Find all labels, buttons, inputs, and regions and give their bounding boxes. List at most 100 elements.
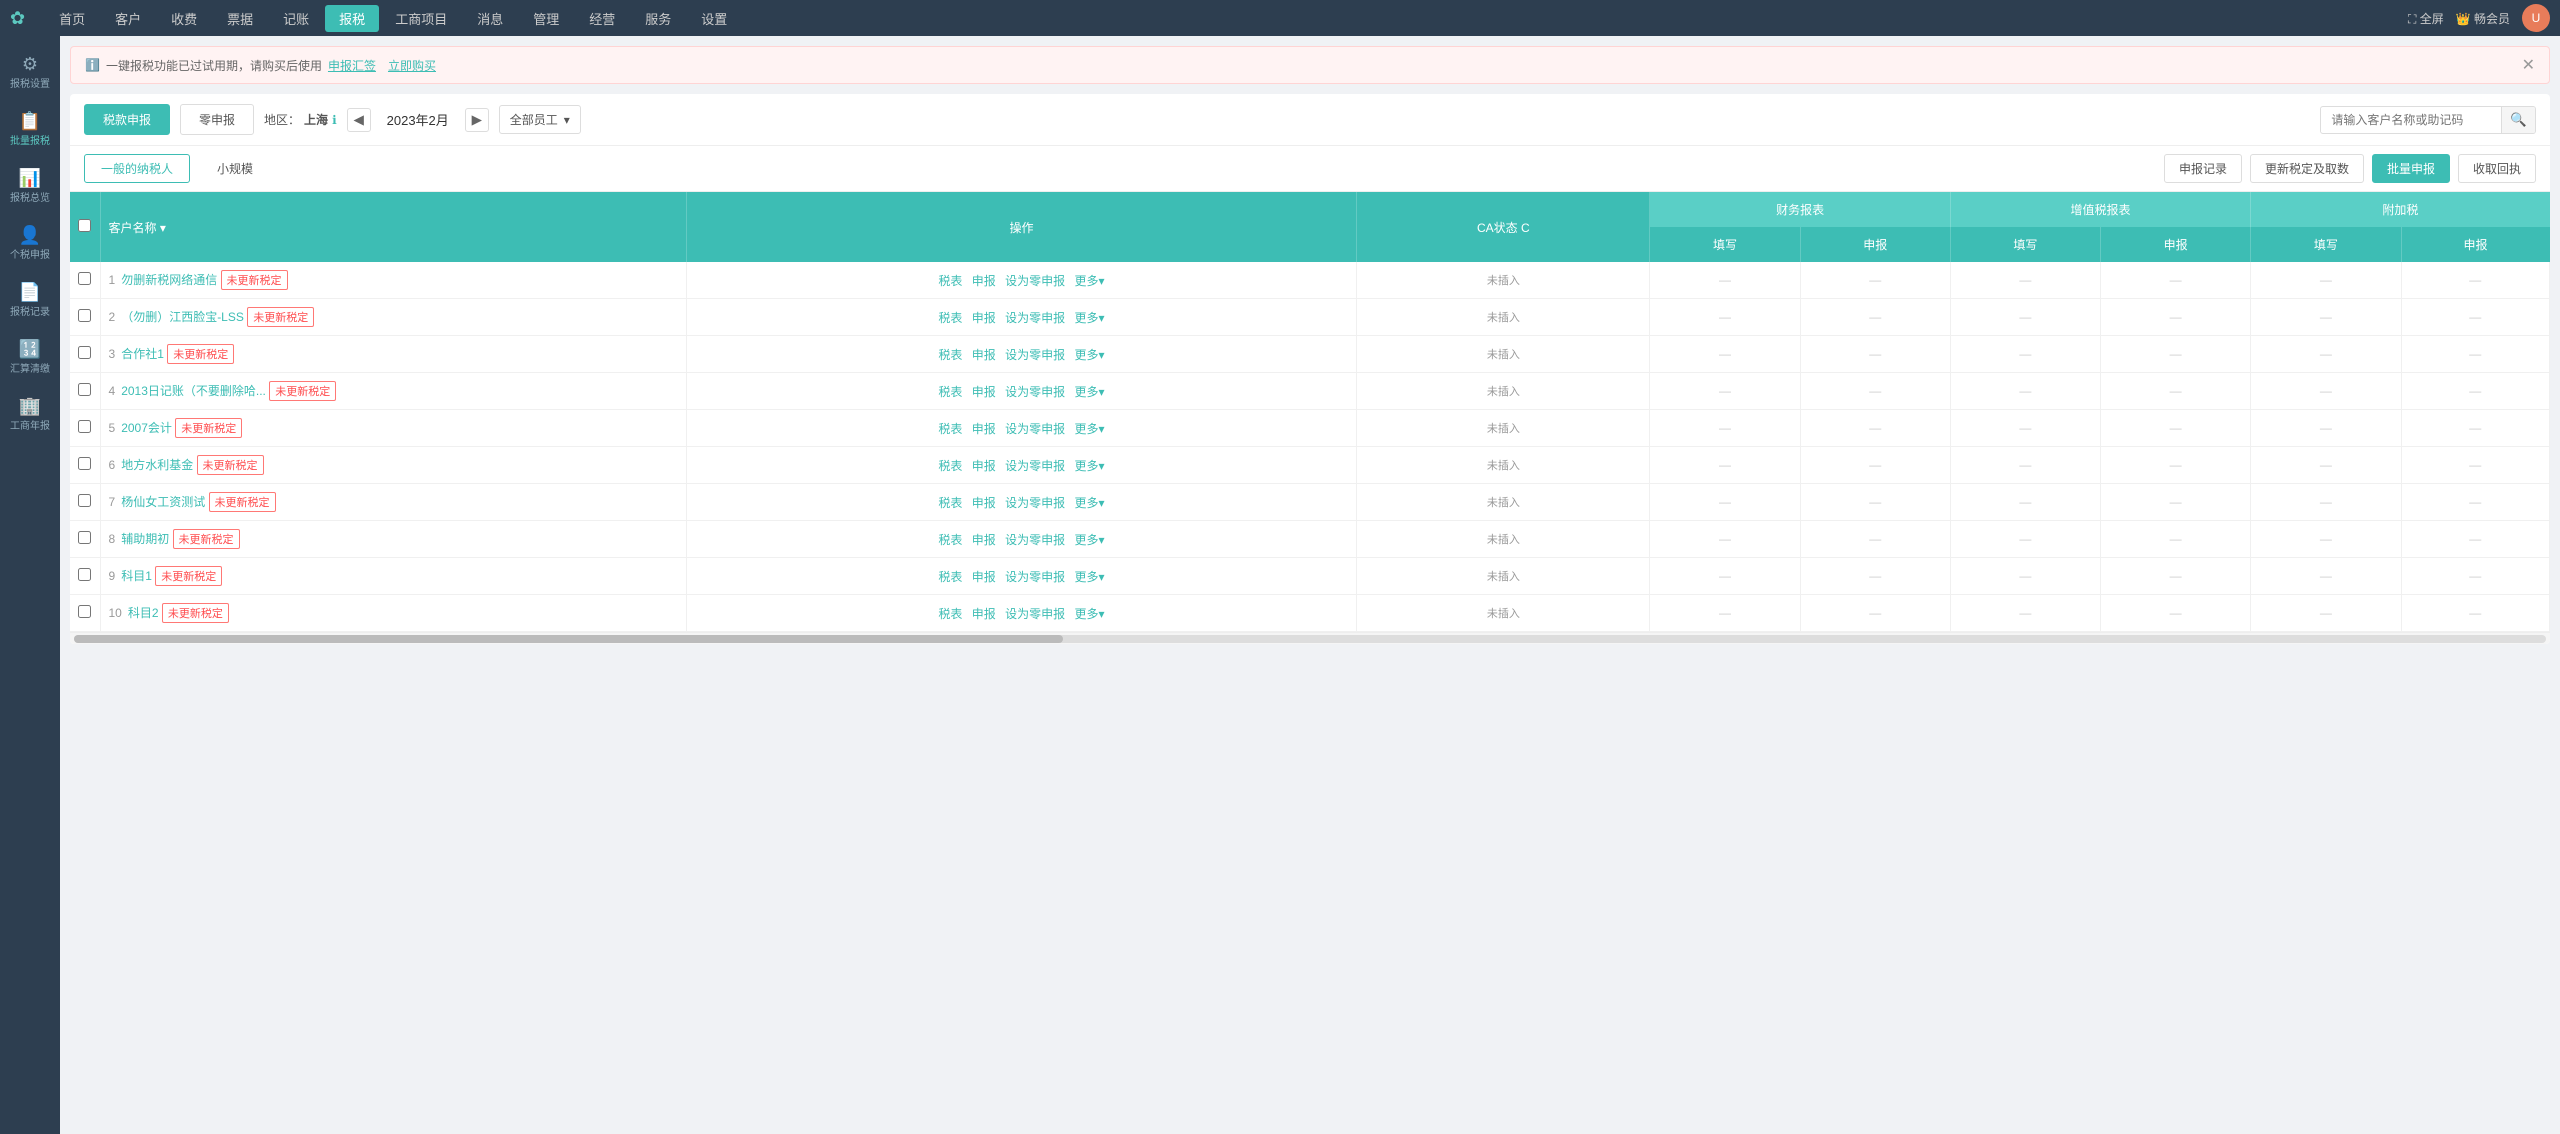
row-checkbox[interactable] — [78, 309, 91, 322]
row-name[interactable]: 科目2 — [128, 606, 159, 620]
op-tax-table[interactable]: 税表 — [938, 385, 962, 399]
tab-tax-declaration[interactable]: 税款申报 — [84, 104, 170, 135]
row-name[interactable]: （勿删）江西脸宝-LSS — [121, 310, 244, 324]
op-declare[interactable]: 申报 — [972, 311, 996, 325]
logo[interactable]: ✿ — [10, 8, 25, 29]
op-tax-table[interactable]: 税表 — [938, 533, 962, 547]
row-name[interactable]: 2013日记账（不要删除哈... — [121, 384, 266, 398]
op-more[interactable]: 更多▾ — [1074, 533, 1104, 547]
row-checkbox[interactable] — [78, 605, 91, 618]
sidebar-item-calc-clear[interactable]: 🔢 汇算清缴 — [0, 329, 60, 386]
op-tax-table[interactable]: 税表 — [938, 274, 962, 288]
op-tax-table[interactable]: 税表 — [938, 348, 962, 362]
op-tax-table[interactable]: 税表 — [938, 607, 962, 621]
op-declare[interactable]: 申报 — [972, 274, 996, 288]
vip-btn[interactable]: 👑 畅会员 — [2456, 10, 2510, 27]
op-more[interactable]: 更多▾ — [1074, 496, 1104, 510]
collect-receipt-btn[interactable]: 收取回执 — [2458, 154, 2536, 183]
op-declare[interactable]: 申报 — [972, 348, 996, 362]
op-more[interactable]: 更多▾ — [1074, 274, 1104, 288]
row-checkbox[interactable] — [78, 346, 91, 359]
row-name[interactable]: 科目1 — [121, 569, 152, 583]
op-declare[interactable]: 申报 — [972, 533, 996, 547]
banner-close-btn[interactable]: ✕ — [2522, 55, 2535, 75]
op-more[interactable]: 更多▾ — [1074, 459, 1104, 473]
nav-service[interactable]: 服务 — [631, 5, 685, 32]
op-set-zero[interactable]: 设为零申报 — [1005, 274, 1065, 288]
op-more[interactable]: 更多▾ — [1074, 607, 1104, 621]
sub-tab-general[interactable]: 一般的纳税人 — [84, 154, 190, 183]
op-set-zero[interactable]: 设为零申报 — [1005, 348, 1065, 362]
tab-zero-declaration[interactable]: 零申报 — [180, 104, 254, 135]
op-set-zero[interactable]: 设为零申报 — [1005, 570, 1065, 584]
op-set-zero[interactable]: 设为零申报 — [1005, 311, 1065, 325]
fullscreen-btn[interactable]: ⛶ 全屏 — [2408, 10, 2444, 27]
next-period-btn[interactable]: ▶ — [465, 108, 489, 132]
row-name[interactable]: 2007会计 — [121, 421, 172, 435]
op-declare[interactable]: 申报 — [972, 607, 996, 621]
op-more[interactable]: 更多▾ — [1074, 570, 1104, 584]
op-more[interactable]: 更多▾ — [1074, 348, 1104, 362]
op-declare[interactable]: 申报 — [972, 385, 996, 399]
row-checkbox[interactable] — [78, 494, 91, 507]
nav-client[interactable]: 客户 — [101, 5, 155, 32]
nav-home[interactable]: 首页 — [45, 5, 99, 32]
op-tax-table[interactable]: 税表 — [938, 459, 962, 473]
op-set-zero[interactable]: 设为零申报 — [1005, 422, 1065, 436]
nav-operation[interactable]: 经营 — [575, 5, 629, 32]
op-more[interactable]: 更多▾ — [1074, 422, 1104, 436]
nav-settings[interactable]: 设置 — [687, 5, 741, 32]
horizontal-scrollbar[interactable] — [70, 632, 2550, 644]
search-button[interactable]: 🔍 — [2501, 107, 2535, 133]
row-checkbox[interactable] — [78, 420, 91, 433]
op-more[interactable]: 更多▾ — [1074, 311, 1104, 325]
nav-biz[interactable]: 工商项目 — [381, 5, 461, 32]
row-name[interactable]: 合作社1 — [121, 347, 164, 361]
nav-bookkeeping[interactable]: 记账 — [269, 5, 323, 32]
buy-now-link[interactable]: 立即购买 — [388, 57, 436, 74]
nav-invoice[interactable]: 票据 — [213, 5, 267, 32]
nav-fee[interactable]: 收费 — [157, 5, 211, 32]
sidebar-item-tax-overview[interactable]: 📊 报税总览 — [0, 158, 60, 215]
op-set-zero[interactable]: 设为零申报 — [1005, 496, 1065, 510]
op-declare[interactable]: 申报 — [972, 459, 996, 473]
report-summary-link[interactable]: 申报汇签 — [328, 57, 376, 74]
update-tax-btn[interactable]: 更新税定及取数 — [2250, 154, 2364, 183]
row-checkbox[interactable] — [78, 383, 91, 396]
op-tax-table[interactable]: 税表 — [938, 422, 962, 436]
sidebar-item-tax-settings[interactable]: ⚙ 报税设置 — [0, 44, 60, 101]
op-more[interactable]: 更多▾ — [1074, 385, 1104, 399]
row-name[interactable]: 勿删新税网络通信 — [121, 273, 217, 287]
op-set-zero[interactable]: 设为零申报 — [1005, 533, 1065, 547]
report-records-btn[interactable]: 申报记录 — [2164, 154, 2242, 183]
sub-tab-small[interactable]: 小规模 — [200, 154, 270, 183]
op-set-zero[interactable]: 设为零申报 — [1005, 459, 1065, 473]
prev-period-btn[interactable]: ◀ — [347, 108, 371, 132]
row-checkbox[interactable] — [78, 457, 91, 470]
op-tax-table[interactable]: 税表 — [938, 570, 962, 584]
nav-message[interactable]: 消息 — [463, 5, 517, 32]
select-all-checkbox[interactable] — [78, 219, 91, 232]
sidebar-item-batch-tax[interactable]: 📋 批量报税 — [0, 101, 60, 158]
op-set-zero[interactable]: 设为零申报 — [1005, 385, 1065, 399]
op-tax-table[interactable]: 税表 — [938, 496, 962, 510]
row-checkbox[interactable] — [78, 531, 91, 544]
op-declare[interactable]: 申报 — [972, 570, 996, 584]
row-name[interactable]: 杨仙女工资测试 — [121, 495, 205, 509]
op-declare[interactable]: 申报 — [972, 496, 996, 510]
row-checkbox[interactable] — [78, 272, 91, 285]
row-checkbox[interactable] — [78, 568, 91, 581]
sidebar-item-biz-annual[interactable]: 🏢 工商年报 — [0, 386, 60, 443]
op-declare[interactable]: 申报 — [972, 422, 996, 436]
sidebar-item-tax-records[interactable]: 📄 报税记录 — [0, 272, 60, 329]
row-name[interactable]: 辅助期初 — [121, 532, 169, 546]
batch-declare-btn[interactable]: 批量申报 — [2372, 154, 2450, 183]
user-avatar[interactable]: U — [2522, 4, 2550, 32]
op-set-zero[interactable]: 设为零申报 — [1005, 607, 1065, 621]
row-name[interactable]: 地方水利基金 — [121, 458, 193, 472]
nav-tax[interactable]: 报税 — [325, 5, 379, 32]
nav-manage[interactable]: 管理 — [519, 5, 573, 32]
sidebar-item-personal-tax[interactable]: 👤 个税申报 — [0, 215, 60, 272]
staff-select[interactable]: 全部员工 ▾ — [499, 105, 581, 134]
op-tax-table[interactable]: 税表 — [938, 311, 962, 325]
